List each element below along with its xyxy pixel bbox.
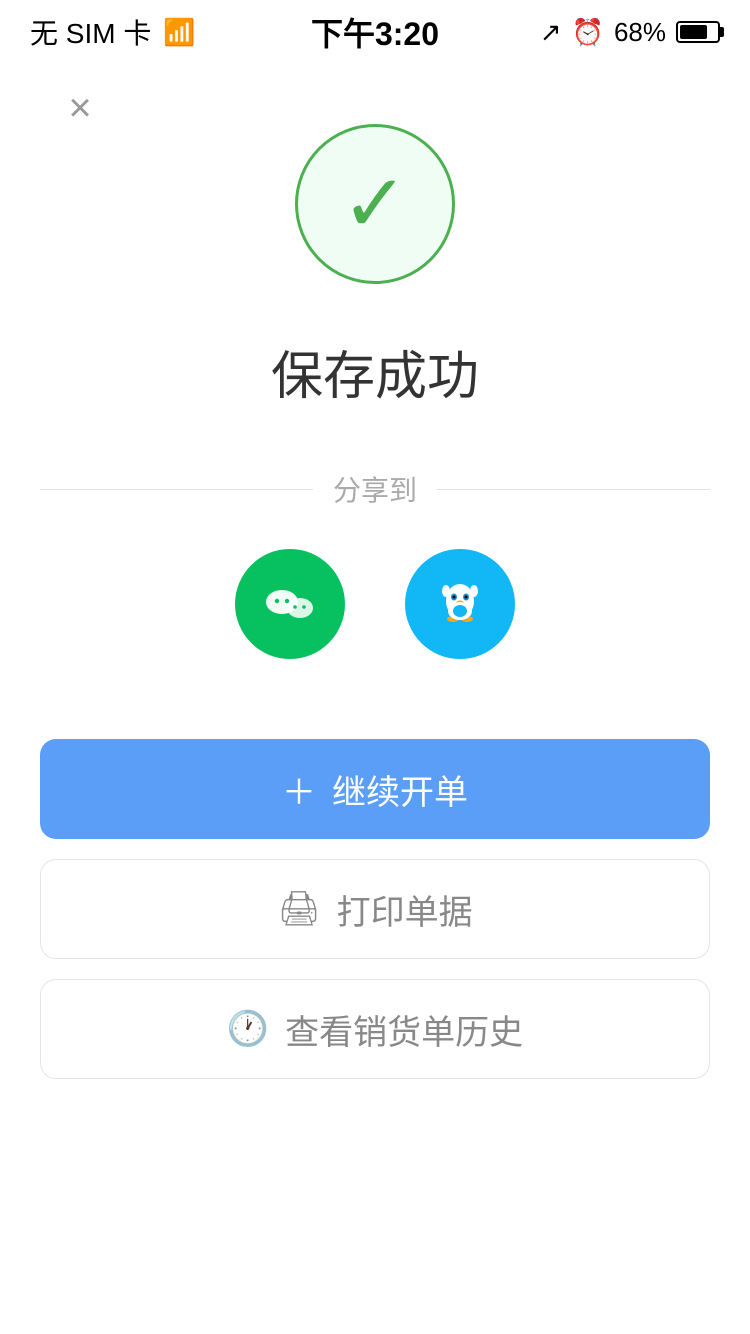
location-icon: ↗ <box>540 17 562 48</box>
divider-line-left <box>40 489 313 490</box>
print-button[interactable]: 🖨 打印单据 <box>40 859 710 959</box>
clock-icon: 🕐 <box>227 1009 269 1049</box>
wechat-icon <box>260 574 320 634</box>
status-time: 下午3:20 <box>311 9 439 55</box>
qq-share-button[interactable] <box>405 549 515 659</box>
share-buttons-container <box>235 549 515 659</box>
qq-icon <box>431 575 489 633</box>
wifi-icon: 📶 <box>163 17 195 48</box>
history-label: 查看销货单历史 <box>285 1005 523 1054</box>
status-right: ↗ ⏰ 68% <box>540 17 720 48</box>
history-button[interactable]: 🕐 查看销货单历史 <box>40 979 710 1079</box>
printer-icon: 🖨 <box>277 889 320 929</box>
battery-icon <box>676 21 720 43</box>
success-circle: ✓ <box>295 124 455 284</box>
success-title: 保存成功 <box>271 334 479 409</box>
share-divider: 分享到 <box>0 469 750 509</box>
plus-icon: ＋ <box>282 765 316 814</box>
divider-line-right <box>437 489 710 490</box>
status-bar: 无 SIM 卡 📶 下午3:20 ↗ ⏰ 68% <box>0 0 750 64</box>
status-left: 无 SIM 卡 📶 <box>30 12 196 52</box>
close-icon: × <box>68 88 91 128</box>
main-content: ✓ 保存成功 分享到 <box>0 64 750 1079</box>
alarm-icon: ⏰ <box>572 17 604 48</box>
battery-percent: 68% <box>614 17 666 48</box>
wechat-share-button[interactable] <box>235 549 345 659</box>
carrier-text: 无 SIM 卡 <box>30 12 151 52</box>
close-button[interactable]: × <box>50 78 110 138</box>
action-buttons: ＋ 继续开单 🖨 打印单据 🕐 查看销货单历史 <box>0 739 750 1079</box>
checkmark-icon: ✓ <box>341 164 408 244</box>
print-label: 打印单据 <box>337 885 473 934</box>
share-label: 分享到 <box>313 469 437 509</box>
continue-label: 继续开单 <box>332 765 468 814</box>
continue-button[interactable]: ＋ 继续开单 <box>40 739 710 839</box>
